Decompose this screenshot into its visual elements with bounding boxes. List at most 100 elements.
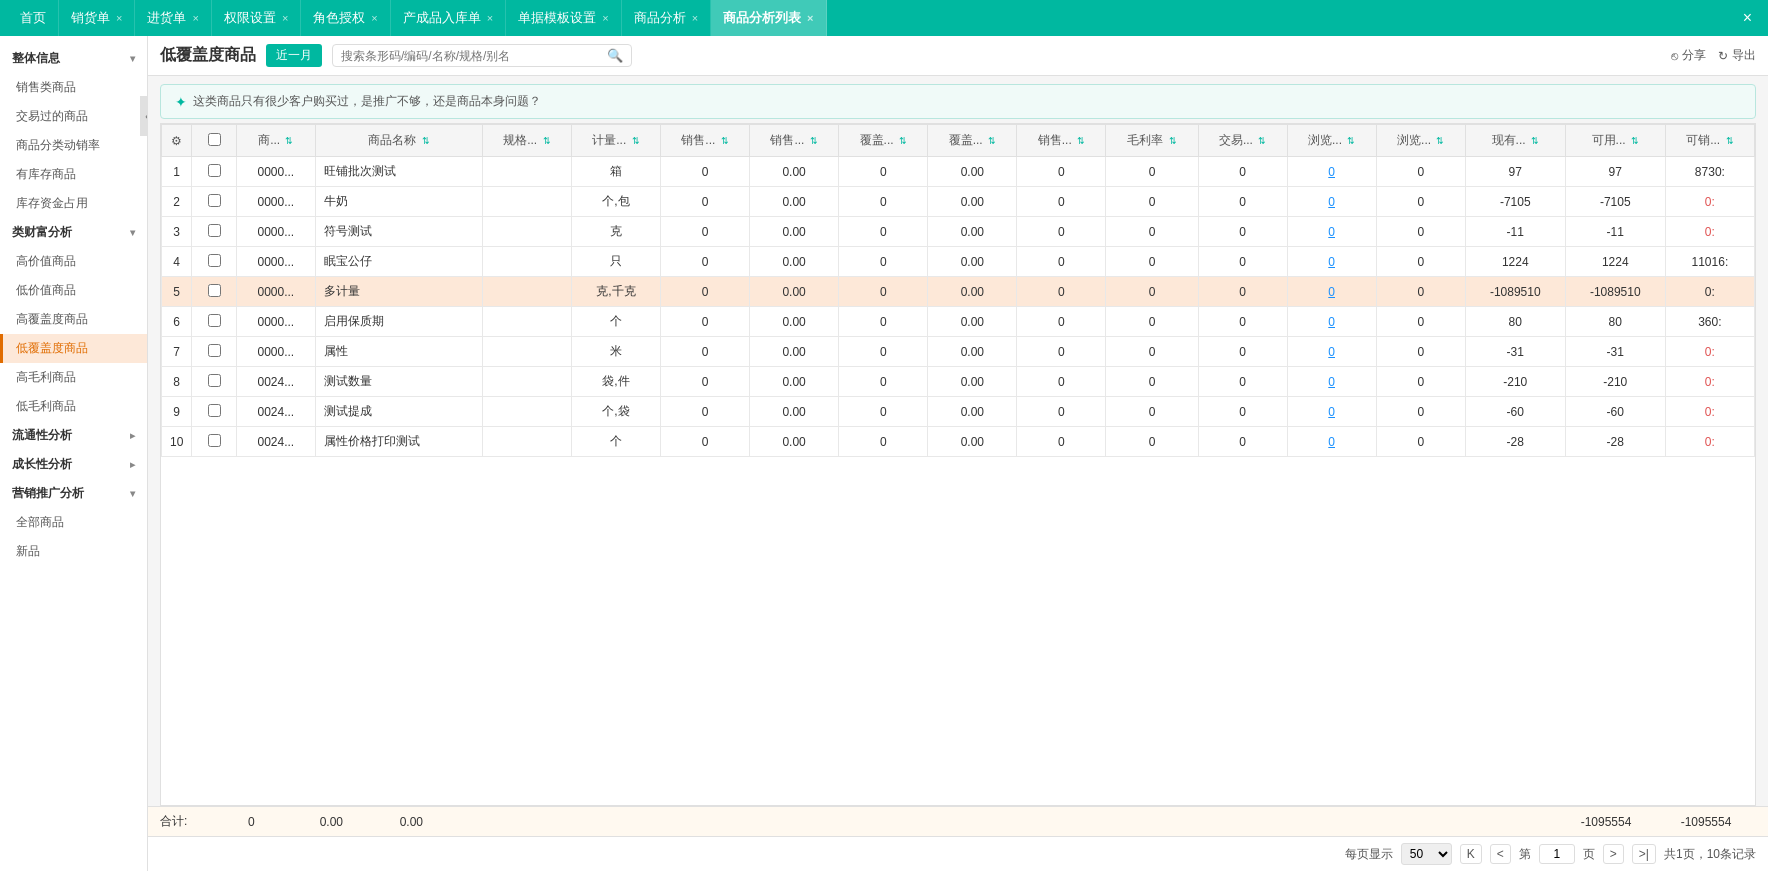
sidebar-section-liquidity[interactable]: 流通性分析 ▸ [0, 421, 147, 450]
share-button[interactable]: ⎋ 分享 [1671, 47, 1706, 64]
sidebar-item-category-rate[interactable]: 商品分类动销率 [0, 131, 147, 160]
sidebar-item-traded-goods[interactable]: 交易过的商品 [0, 102, 147, 131]
row-browse1[interactable]: 0 [1287, 367, 1376, 397]
nav-item-stock-in[interactable]: 产成品入库单 × [391, 0, 506, 36]
select-all-checkbox[interactable] [208, 133, 221, 146]
sidebar-section-marketing[interactable]: 营销推广分析 ▾ [0, 479, 147, 508]
row-checkbox[interactable] [192, 307, 236, 337]
row-browse1[interactable]: 0 [1287, 307, 1376, 337]
data-table-container[interactable]: ⚙ 商... ⇅ 商品名称 ⇅ 规格... ⇅ 计量... ⇅ 销售... ⇅ … [160, 123, 1756, 806]
sidebar-item-low-margin[interactable]: 低毛利商品 [0, 392, 147, 421]
saleable-column-header[interactable]: 可销... ⇅ [1665, 125, 1754, 157]
row-select-checkbox[interactable] [208, 344, 221, 357]
search-input[interactable] [341, 49, 607, 63]
export-button[interactable]: ↻ 导出 [1718, 47, 1756, 64]
sidebar-section-overall[interactable]: 整体信息 ▾ [0, 44, 147, 73]
sidebar-item-capital-occupy[interactable]: 库存资金占用 [0, 189, 147, 218]
cover2-column-header[interactable]: 覆盖... ⇅ [928, 125, 1017, 157]
row-select-checkbox[interactable] [208, 194, 221, 207]
row-browse1[interactable]: 0 [1287, 157, 1376, 187]
trade-column-header[interactable]: 交易... ⇅ [1198, 125, 1287, 157]
browse2-column-header[interactable]: 浏览... ⇅ [1376, 125, 1465, 157]
sidebar-item-low-value[interactable]: 低价值商品 [0, 276, 147, 305]
sidebar-collapse-button[interactable]: « [140, 96, 148, 136]
close-icon[interactable]: × [602, 12, 608, 24]
next-page-button[interactable]: > [1603, 844, 1624, 864]
sidebar-item-high-coverage[interactable]: 高覆盖度商品 [0, 305, 147, 334]
row-browse1[interactable]: 0 [1287, 187, 1376, 217]
row-checkbox[interactable] [192, 217, 236, 247]
row-browse1[interactable]: 0 [1287, 247, 1376, 277]
row-select-checkbox[interactable] [208, 224, 221, 237]
row-checkbox[interactable] [192, 367, 236, 397]
close-icon[interactable]: × [282, 12, 288, 24]
browse1-column-header[interactable]: 浏览... ⇅ [1287, 125, 1376, 157]
nav-item-template[interactable]: 单据模板设置 × [506, 0, 621, 36]
sales3-column-header[interactable]: 销售... ⇅ [1017, 125, 1106, 157]
name-column-header[interactable]: 商品名称 ⇅ [315, 125, 482, 157]
cover1-column-header[interactable]: 覆盖... ⇅ [839, 125, 928, 157]
code-column-header[interactable]: 商... ⇅ [236, 125, 315, 157]
current-page-input[interactable] [1539, 844, 1575, 864]
page-size-select[interactable]: 50 100 200 [1401, 843, 1452, 865]
row-browse1[interactable]: 0 [1287, 397, 1376, 427]
row-code: 0000... [236, 247, 315, 277]
sidebar-section-wealth[interactable]: 类财富分析 ▾ [0, 218, 147, 247]
first-page-button[interactable]: K [1460, 844, 1482, 864]
close-icon[interactable]: × [487, 12, 493, 24]
close-icon[interactable]: × [371, 12, 377, 24]
row-checkbox[interactable] [192, 277, 236, 307]
sidebar-item-all-goods[interactable]: 全部商品 [0, 508, 147, 537]
spec-column-header[interactable]: 规格... ⇅ [482, 125, 571, 157]
current-qty-column-header[interactable]: 现有... ⇅ [1465, 125, 1565, 157]
available-qty-column-header[interactable]: 可用... ⇅ [1565, 125, 1665, 157]
row-select-checkbox[interactable] [208, 284, 221, 297]
row-select-checkbox[interactable] [208, 314, 221, 327]
last-page-button[interactable]: >| [1632, 844, 1656, 864]
nav-item-purchase[interactable]: 进货单 × [135, 0, 211, 36]
row-browse1[interactable]: 0 [1287, 277, 1376, 307]
row-checkbox[interactable] [192, 187, 236, 217]
nav-item-role[interactable]: 角色授权 × [301, 0, 390, 36]
gross-margin-column-header[interactable]: 毛利率 ⇅ [1106, 125, 1198, 157]
sidebar-item-high-margin[interactable]: 高毛利商品 [0, 363, 147, 392]
row-checkbox[interactable] [192, 337, 236, 367]
prev-page-button[interactable]: < [1490, 844, 1511, 864]
row-browse1[interactable]: 0 [1287, 427, 1376, 457]
row-select-checkbox[interactable] [208, 374, 221, 387]
table-row: 8 0024... 测试数量 袋,件 0 0.00 0 0.00 0 0 0 0… [162, 367, 1755, 397]
settings-column-header[interactable]: ⚙ [162, 125, 192, 157]
date-filter-button[interactable]: 近一月 [266, 44, 322, 67]
search-icon[interactable]: 🔍 [607, 48, 623, 63]
row-browse1[interactable]: 0 [1287, 337, 1376, 367]
nav-item-product-analysis[interactable]: 商品分析 × [622, 0, 711, 36]
row-checkbox[interactable] [192, 397, 236, 427]
nav-item-product-analysis-list[interactable]: 商品分析列表 × [711, 0, 826, 36]
sidebar-item-high-value[interactable]: 高价值商品 [0, 247, 147, 276]
row-checkbox[interactable] [192, 427, 236, 457]
sidebar-section-growth[interactable]: 成长性分析 ▸ [0, 450, 147, 479]
row-select-checkbox[interactable] [208, 434, 221, 447]
sales-amt-column-header[interactable]: 销售... ⇅ [750, 125, 839, 157]
close-icon[interactable]: × [192, 12, 198, 24]
row-select-checkbox[interactable] [208, 254, 221, 267]
window-close-button[interactable]: × [1735, 9, 1760, 27]
checkbox-column-header[interactable] [192, 125, 236, 157]
close-icon[interactable]: × [692, 12, 698, 24]
row-select-checkbox[interactable] [208, 404, 221, 417]
nav-item-permission[interactable]: 权限设置 × [212, 0, 301, 36]
nav-item-home[interactable]: 首页 [8, 0, 59, 36]
row-checkbox[interactable] [192, 247, 236, 277]
sidebar-item-low-coverage[interactable]: 低覆盖度商品 [0, 334, 147, 363]
row-checkbox[interactable] [192, 157, 236, 187]
close-icon[interactable]: × [116, 12, 122, 24]
unit-column-header[interactable]: 计量... ⇅ [571, 125, 660, 157]
sales-qty-column-header[interactable]: 销售... ⇅ [660, 125, 749, 157]
row-browse1[interactable]: 0 [1287, 217, 1376, 247]
sidebar-item-stocked-goods[interactable]: 有库存商品 [0, 160, 147, 189]
row-select-checkbox[interactable] [208, 164, 221, 177]
nav-item-sales[interactable]: 销货单 × [59, 0, 135, 36]
close-icon[interactable]: × [807, 12, 813, 24]
sidebar-item-sales-goods[interactable]: 销售类商品 [0, 73, 147, 102]
sidebar-item-new-goods[interactable]: 新品 [0, 537, 147, 566]
